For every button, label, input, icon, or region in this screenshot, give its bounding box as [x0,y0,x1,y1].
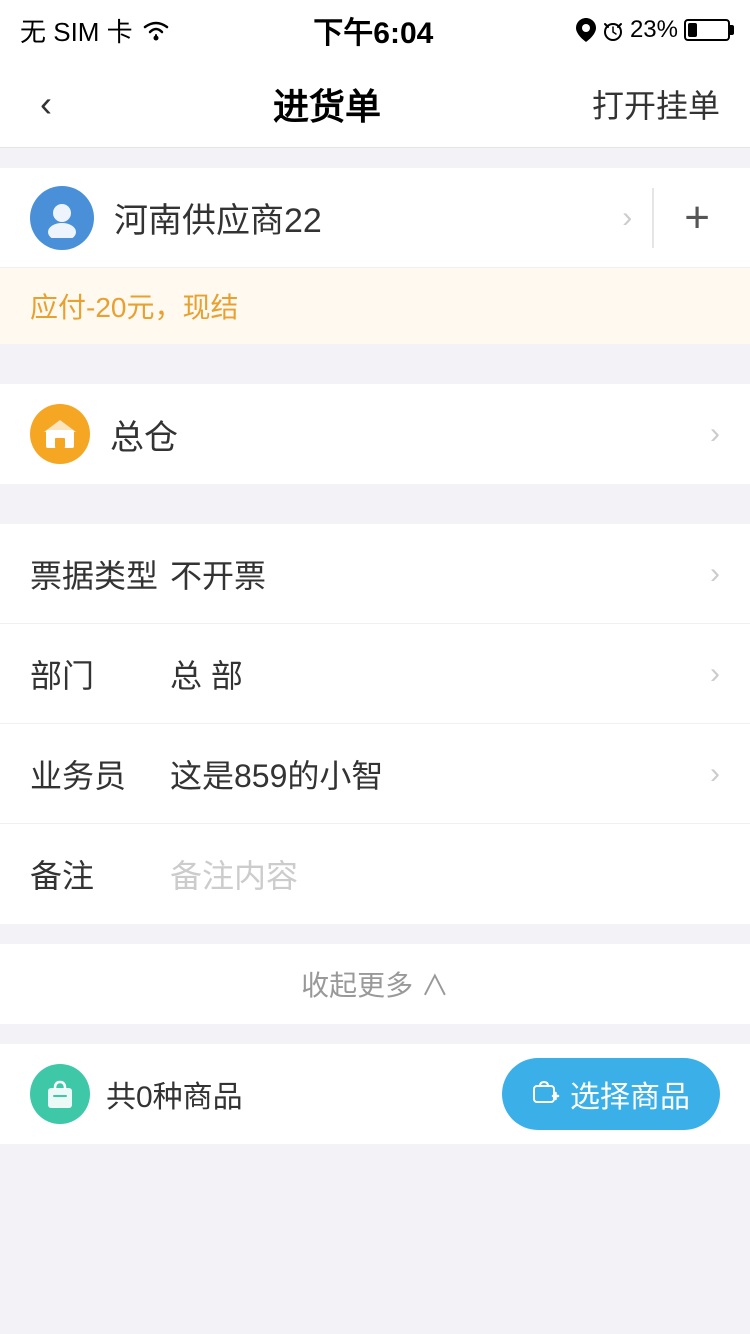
status-bar: 无 SIM 卡 下午6:04 23% [0,0,750,60]
carrier-label: 无 SIM 卡 [20,12,133,49]
back-button[interactable]: ‹ [30,73,62,135]
add-supplier-button[interactable]: + [674,193,720,243]
warehouse-chevron-icon: › [710,417,720,451]
info-banner: 应付-20元，现结 [0,268,750,344]
status-time: 下午6:04 [313,8,433,52]
warehouse-row[interactable]: 总仓 › [0,384,750,484]
product-count-area: 共0种商品 [30,1064,243,1124]
gap-3 [0,484,750,504]
supplier-divider [652,188,654,248]
salesperson-value: 这是859的小智 [170,751,710,797]
invoice-type-label: 票据类型 [30,551,170,597]
supplier-chevron-icon: › [622,201,632,235]
page-title: 进货单 [273,78,381,130]
select-goods-label: 选择商品 [570,1072,690,1116]
battery-fill [688,23,697,37]
invoice-type-value: 不开票 [170,551,710,597]
department-row[interactable]: 部门 总 部 › [0,624,750,724]
product-icon [30,1064,90,1124]
wifi-icon [141,19,171,41]
bottom-bar: 共0种商品 选择商品 [0,1044,750,1144]
department-chevron: › [710,657,720,691]
warehouse-section[interactable]: 总仓 › [0,384,750,484]
remark-label: 备注 [30,851,170,897]
page-container: 无 SIM 卡 下午6:04 23% [0,0,750,1334]
supplier-avatar [30,186,94,250]
gap-1 [0,148,750,168]
invoice-type-chevron: › [710,557,720,591]
select-goods-button[interactable]: 选择商品 [502,1058,720,1130]
product-count-text: 共0种商品 [106,1072,243,1116]
status-right: 23% [576,16,730,44]
info-banner-text: 应付-20元，现结 [30,292,238,323]
battery-percent: 23% [630,16,678,44]
supplier-section[interactable]: 河南供应商22 › + [0,168,750,268]
user-icon [42,198,82,238]
department-value: 总 部 [170,651,710,697]
salesperson-chevron: › [710,757,720,791]
warehouse-name: 总仓 [110,410,710,459]
battery-icon [684,19,730,41]
open-pending-button[interactable]: 打开挂单 [592,81,720,127]
shopping-bag-icon [42,1076,78,1112]
collapse-toggle[interactable]: 收起更多 ∧ [0,944,750,1024]
nav-bar: ‹ 进货单 打开挂单 [0,60,750,148]
warehouse-building-icon [42,416,78,452]
department-label: 部门 [30,651,170,697]
remark-row[interactable]: 备注 备注内容 [0,824,750,924]
alarm-icon [602,19,624,41]
form-section: 票据类型 不开票 › 部门 总 部 › 业务员 这是859的小智 › 备注 备注… [0,524,750,924]
gap-2 [0,344,750,364]
remark-value[interactable]: 备注内容 [170,851,720,897]
supplier-name: 河南供应商22 [114,193,622,242]
salesperson-label: 业务员 [30,751,170,797]
status-left: 无 SIM 卡 [20,12,171,49]
invoice-type-row[interactable]: 票据类型 不开票 › [0,524,750,624]
location-icon [576,18,596,42]
select-goods-icon [532,1080,560,1108]
collapse-label: 收起更多 ∧ [301,964,449,1004]
warehouse-icon [30,404,90,464]
salesperson-row[interactable]: 业务员 这是859的小智 › [0,724,750,824]
